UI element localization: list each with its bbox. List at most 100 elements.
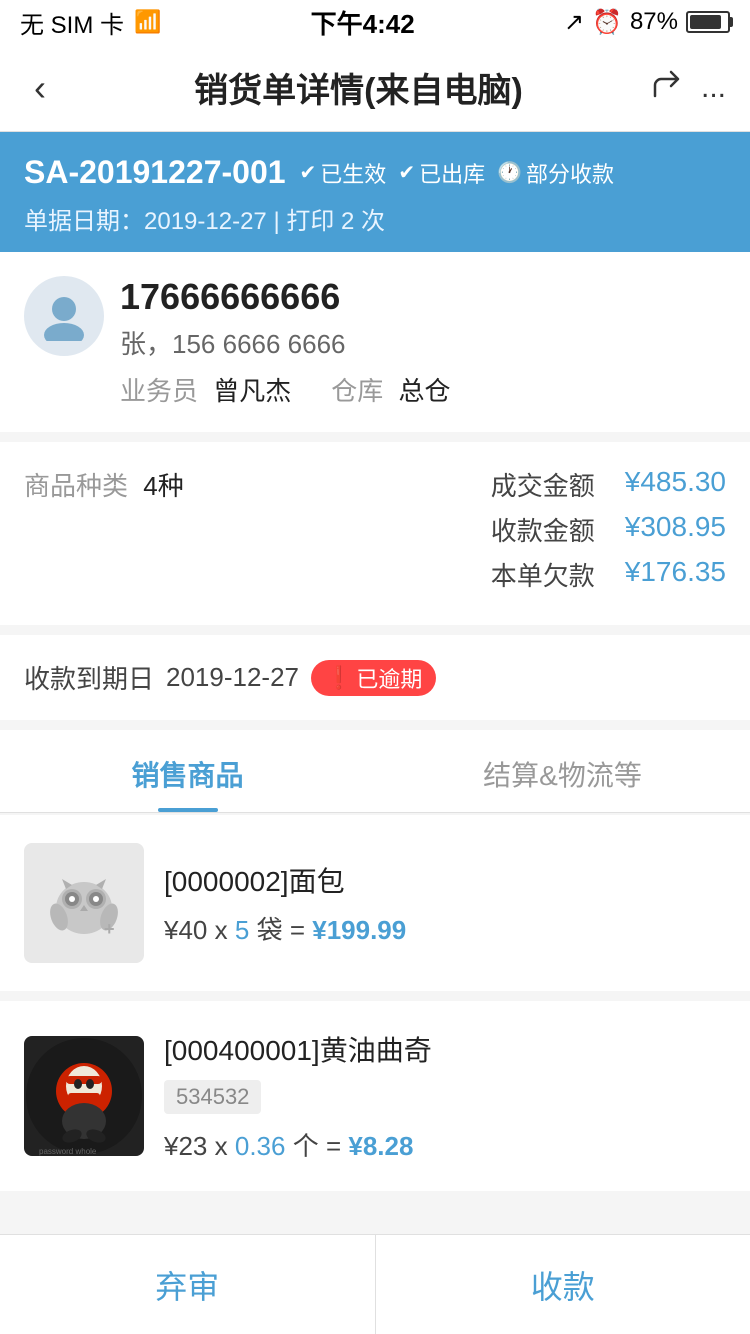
product-name-1: [0000002]面包 bbox=[164, 860, 726, 900]
tab-products[interactable]: 销售商品 bbox=[0, 730, 375, 812]
product-total-1: ¥199.99 bbox=[312, 915, 406, 945]
stats-amounts: 成交金额 ¥485.30 收款金额 ¥308.95 本单欠款 ¥176.35 bbox=[491, 466, 726, 601]
bottom-bar: 弃审 收款 bbox=[0, 1234, 750, 1334]
back-button[interactable]: ‹ bbox=[24, 57, 56, 119]
payment-label: 收款金额 bbox=[491, 511, 595, 548]
product-card-1: + [0000002]面包 ¥40 x 5 袋 = ¥199.99 bbox=[0, 815, 750, 991]
product-code-1: [0000002] bbox=[164, 866, 289, 897]
product-times-1: x bbox=[215, 915, 235, 945]
order-header: SA-20191227-001 ✔ 已生效 ✔ 已出库 🕐 部分收款 单据日期：… bbox=[0, 132, 750, 252]
due-date-section: 收款到期日 2019-12-27 ❗ 已逾期 bbox=[0, 635, 750, 720]
tab-settlement[interactable]: 结算&物流等 bbox=[375, 730, 750, 812]
product-price-row-1: ¥40 x 5 袋 = ¥199.99 bbox=[164, 910, 726, 947]
product-code-2: [000400001] bbox=[164, 1035, 320, 1066]
status-badges: ✔ 已生效 ✔ 已出库 🕐 部分收款 bbox=[300, 157, 614, 189]
product-total-2: ¥8.28 bbox=[348, 1131, 413, 1161]
status-effected-label: 已生效 bbox=[320, 157, 386, 189]
due-date-label: 收款到期日 bbox=[24, 659, 154, 696]
product-unit-price-1: ¥40 bbox=[164, 915, 207, 945]
product-image-2: password whole bbox=[24, 1036, 144, 1156]
nav-bar: ‹ 销货单详情(来自电脑) ... bbox=[0, 44, 750, 132]
location-icon: ↗ bbox=[564, 8, 584, 37]
product-title-2: 黄油曲奇 bbox=[320, 1035, 432, 1066]
payment-value: ¥308.95 bbox=[625, 511, 726, 548]
order-print-separator: | bbox=[273, 208, 286, 235]
order-date: 单据日期：2019-12-27 bbox=[24, 208, 267, 235]
battery-text: 87% bbox=[630, 8, 678, 36]
product-times-2: x bbox=[215, 1131, 235, 1161]
tabs-section: 销售商品 结算&物流等 bbox=[0, 730, 750, 813]
clock-icon: 🕐 bbox=[497, 160, 522, 185]
tab-products-label: 销售商品 bbox=[131, 760, 243, 791]
product-qty-2: 0.36 bbox=[235, 1131, 286, 1161]
status-time: 下午4:42 bbox=[311, 4, 415, 41]
svg-text:password whole: password whole bbox=[39, 1147, 97, 1156]
product-info-2: [000400001]黄油曲奇 534532 ¥23 x 0.36 个 = ¥8… bbox=[164, 1029, 726, 1163]
product-image-1: + bbox=[24, 843, 144, 963]
product-card-2: password whole [000400001]黄油曲奇 534532 ¥2… bbox=[0, 1001, 750, 1191]
share-button[interactable] bbox=[651, 69, 681, 107]
cancel-button[interactable]: 弃审 bbox=[0, 1235, 376, 1334]
warehouse-value: 总仓 bbox=[399, 376, 451, 406]
order-id-row: SA-20191227-001 ✔ 已生效 ✔ 已出库 🕐 部分收款 bbox=[24, 154, 726, 191]
customer-section: 17666666666 张，156 6666 6666 业务员 曾凡杰 仓库 总… bbox=[0, 252, 750, 432]
battery-icon bbox=[686, 11, 730, 33]
status-bar: 无 SIM 卡 📶 下午4:42 ↗ ⏰ 87% bbox=[0, 0, 750, 44]
product-unit-1: 袋 bbox=[257, 915, 283, 945]
payment-row: 收款金额 ¥308.95 bbox=[491, 511, 726, 548]
alarm-icon: ⏰ bbox=[592, 8, 622, 37]
customer-info: 17666666666 张，156 6666 6666 业务员 曾凡杰 仓库 总… bbox=[120, 276, 726, 408]
check-icon-2: ✔ bbox=[398, 160, 415, 185]
product-price-row-2: ¥23 x 0.36 个 = ¥8.28 bbox=[164, 1126, 726, 1163]
status-badge-partial: 🕐 部分收款 bbox=[497, 157, 614, 189]
amount-row: 成交金额 ¥485.30 bbox=[491, 466, 726, 503]
tab-settlement-label: 结算&物流等 bbox=[483, 760, 642, 791]
check-icon-1: ✔ bbox=[300, 160, 317, 185]
page-title: 销货单详情(来自电脑) bbox=[66, 63, 651, 112]
more-button[interactable]: ... bbox=[701, 71, 726, 105]
status-left: 无 SIM 卡 📶 bbox=[20, 5, 161, 40]
amount-label: 成交金额 bbox=[491, 466, 595, 503]
warehouse-label: 仓库 总仓 bbox=[331, 371, 450, 408]
order-id: SA-20191227-001 bbox=[24, 154, 286, 191]
svg-text:+: + bbox=[104, 919, 115, 939]
wifi-icon: 📶 bbox=[134, 9, 161, 35]
customer-account: 17666666666 bbox=[120, 276, 726, 318]
status-badge-shipped: ✔ 已出库 bbox=[398, 157, 485, 189]
stats-section: 商品种类 4种 成交金额 ¥485.30 收款金额 ¥308.95 本单欠款 ¥… bbox=[0, 442, 750, 625]
customer-meta: 业务员 曾凡杰 仓库 总仓 bbox=[120, 371, 726, 408]
due-date-value: 2019-12-27 bbox=[166, 662, 299, 693]
owed-label: 本单欠款 bbox=[491, 556, 595, 593]
avatar bbox=[24, 276, 104, 356]
overdue-icon: ❗ bbox=[325, 665, 352, 691]
owed-value: ¥176.35 bbox=[625, 556, 726, 593]
product-types: 商品种类 4种 bbox=[24, 466, 184, 503]
product-equals-1: = bbox=[290, 915, 312, 945]
nav-actions: ... bbox=[651, 69, 726, 107]
overdue-text: 已逾期 bbox=[356, 662, 422, 694]
product-unit-2: 个 bbox=[293, 1131, 319, 1161]
status-right: ↗ ⏰ 87% bbox=[564, 8, 730, 37]
owed-row: 本单欠款 ¥176.35 bbox=[491, 556, 726, 593]
status-badge-effected: ✔ 已生效 bbox=[300, 157, 387, 189]
product-qty-1: 5 bbox=[235, 915, 249, 945]
types-label: 商品种类 bbox=[24, 471, 128, 501]
amount-value: ¥485.30 bbox=[625, 466, 726, 503]
confirm-button[interactable]: 收款 bbox=[376, 1235, 750, 1334]
types-count: 4种 bbox=[143, 471, 183, 501]
salesperson-label: 业务员 曾凡杰 bbox=[120, 371, 291, 408]
status-partial-label: 部分收款 bbox=[526, 157, 614, 189]
overdue-badge: ❗ 已逾期 bbox=[311, 660, 436, 696]
carrier-text: 无 SIM 卡 bbox=[20, 5, 124, 40]
product-unit-price-2: ¥23 bbox=[164, 1131, 207, 1161]
product-equals-2: = bbox=[326, 1131, 348, 1161]
product-name-2: [000400001]黄油曲奇 bbox=[164, 1029, 726, 1069]
product-sku-2: 534532 bbox=[164, 1080, 261, 1114]
salesperson-value: 曾凡杰 bbox=[213, 376, 291, 406]
order-print-count: 打印 2 次 bbox=[286, 208, 385, 235]
customer-phone: 张，156 6666 6666 bbox=[120, 324, 726, 361]
product-title-1: 面包 bbox=[289, 866, 345, 897]
product-info-1: [0000002]面包 ¥40 x 5 袋 = ¥199.99 bbox=[164, 860, 726, 947]
order-meta: 单据日期：2019-12-27 | 打印 2 次 bbox=[24, 201, 726, 236]
status-shipped-label: 已出库 bbox=[419, 157, 485, 189]
